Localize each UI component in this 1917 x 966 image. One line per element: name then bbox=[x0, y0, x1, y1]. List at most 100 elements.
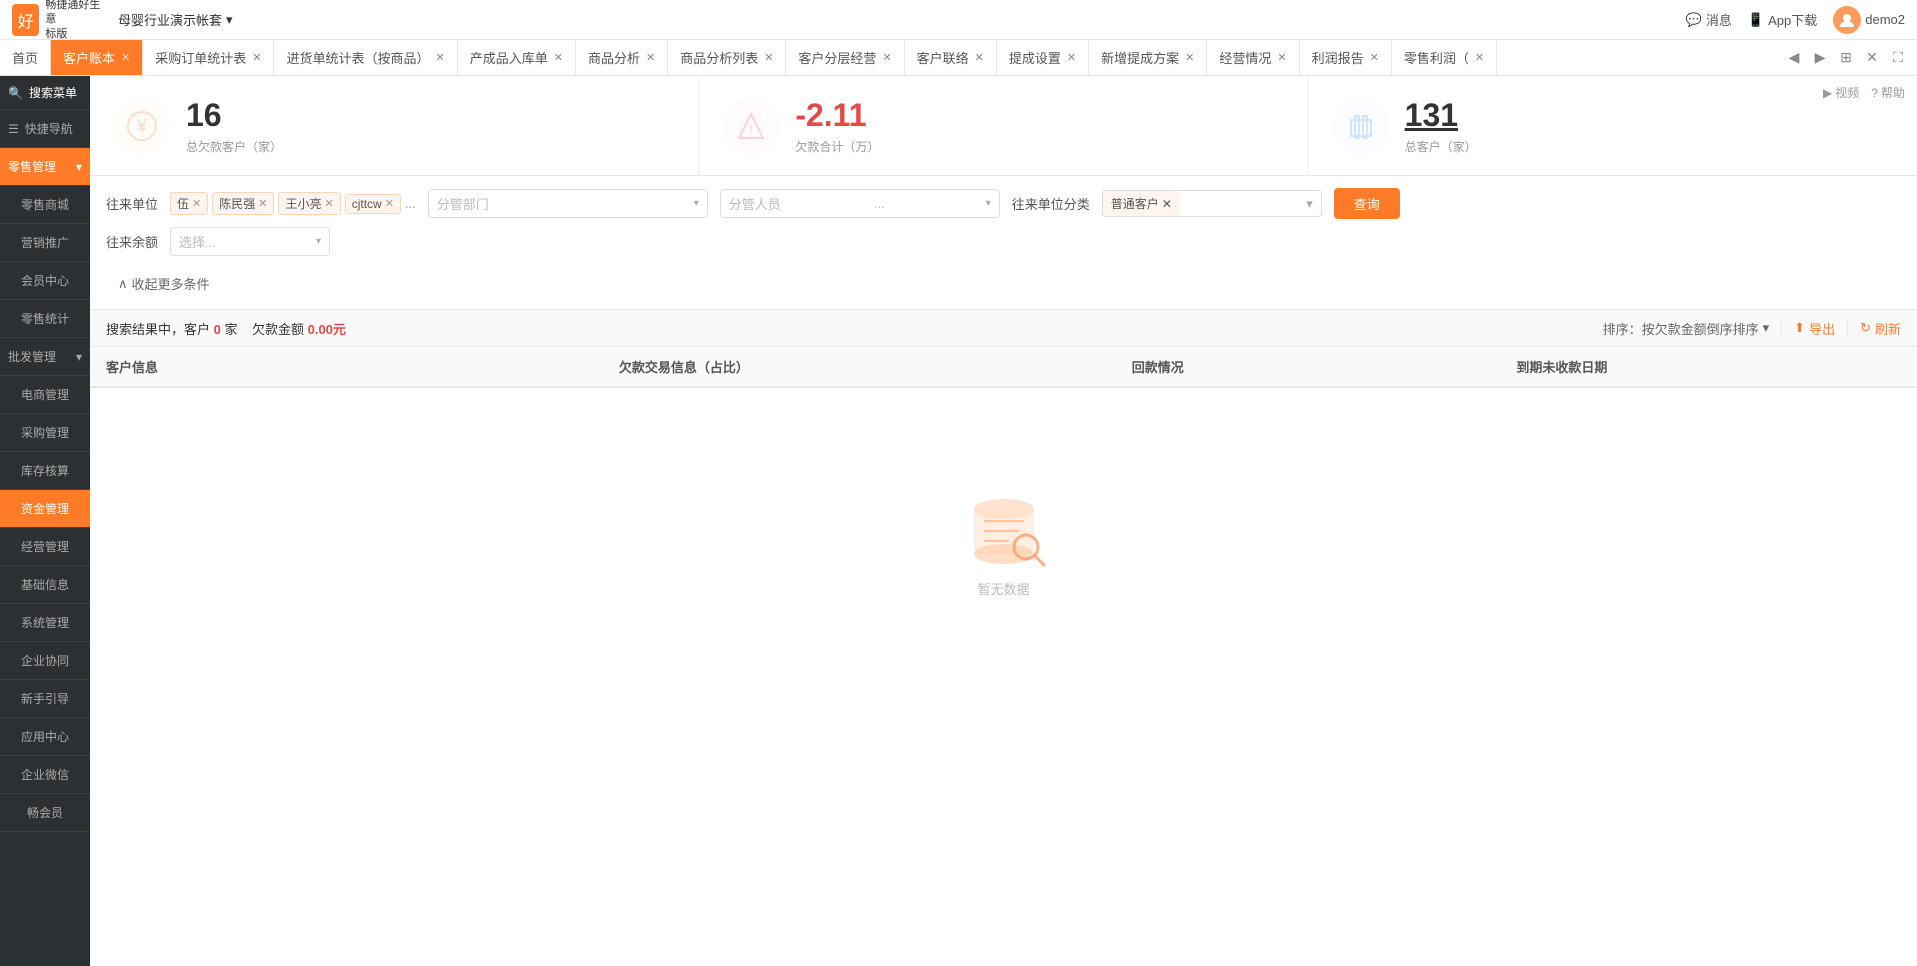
tab-more-button[interactable]: ⊞ bbox=[1835, 47, 1857, 69]
balance-selector[interactable]: 选择... ▾ bbox=[170, 227, 330, 256]
tab-customer-layer[interactable]: 客户分层经营 ✕ bbox=[786, 40, 904, 75]
empty-text: 暂无数据 bbox=[977, 579, 1029, 598]
sidebar-item-basic-info[interactable]: 基础信息 bbox=[0, 566, 90, 604]
category-filter-label: 往来单位分类 bbox=[1012, 194, 1090, 213]
sidebar-item-beginner-guide[interactable]: 新手引导 bbox=[0, 680, 90, 718]
sidebar-item-retail-mall[interactable]: 零售商城 bbox=[0, 186, 90, 224]
message-button[interactable]: 💬 消息 bbox=[1686, 10, 1732, 29]
tab-close-icon[interactable]: ✕ bbox=[1067, 51, 1076, 64]
sidebar-item-ecommerce[interactable]: 电商管理 bbox=[0, 376, 90, 414]
sidebar-item-marketing[interactable]: 营销推广 bbox=[0, 224, 90, 262]
tab-new-commission[interactable]: 新增提成方案 ✕ bbox=[1089, 40, 1207, 75]
sidebar-item-retail-stats[interactable]: 零售统计 bbox=[0, 300, 90, 338]
tab-close-icon[interactable]: ✕ bbox=[975, 51, 984, 64]
tab-commission-settings[interactable]: 提成设置 ✕ bbox=[997, 40, 1089, 75]
sidebar-item-operations-mgmt[interactable]: 经营管理 bbox=[0, 528, 90, 566]
content-area: ¥ 16 总欠款客户（家） ! -2.11 欠款合计（万） bbox=[90, 76, 1917, 966]
remove-tag-unit1[interactable]: ✕ bbox=[192, 197, 201, 210]
sidebar-item-chang-member[interactable]: 畅会员 bbox=[0, 794, 90, 832]
person-selector[interactable]: 分管人员 ... ▾ bbox=[720, 189, 1000, 218]
summary-row: ¥ 16 总欠款客户（家） ! -2.11 欠款合计（万） bbox=[90, 76, 1917, 176]
sidebar-quick-nav[interactable]: ☰ 快捷导航 bbox=[0, 110, 90, 148]
collapse-button[interactable]: ∧ 收起更多条件 bbox=[106, 270, 1901, 297]
tab-product-analysis[interactable]: 商品分析 ✕ bbox=[576, 40, 668, 75]
tab-product-analysis-list[interactable]: 商品分析列表 ✕ bbox=[668, 40, 786, 75]
chevron-icon: ▾ bbox=[76, 350, 82, 364]
help-icon: ? bbox=[1871, 86, 1878, 100]
tab-close-icon[interactable]: ✕ bbox=[764, 51, 773, 64]
nav-tabs-controls: ◀ ▶ ⊞ ✕ ⛶ bbox=[1775, 40, 1917, 75]
help-link[interactable]: ? 帮助 bbox=[1871, 84, 1905, 101]
filter-tag-unit2: 陈民强 ✕ bbox=[212, 192, 274, 215]
export-button[interactable]: ⬆ 导出 bbox=[1794, 319, 1835, 338]
tab-purchase-stats-product[interactable]: 进货单统计表（按商品） ✕ bbox=[274, 40, 457, 75]
header-left: 好 畅捷通好生意 标版 母婴行业演示帐套 ▾ bbox=[12, 0, 241, 41]
tab-close-icon[interactable]: ✕ bbox=[252, 51, 261, 64]
tab-close-all-button[interactable]: ✕ bbox=[1861, 47, 1883, 69]
chevron-down-icon: ▾ bbox=[316, 236, 321, 247]
tab-prev-button[interactable]: ◀ bbox=[1783, 47, 1805, 69]
tab-next-button[interactable]: ▶ bbox=[1809, 47, 1831, 69]
sidebar-item-finance-mgmt[interactable]: 资金管理 bbox=[0, 490, 90, 528]
unit-filter-tags: 伍 ✕ 陈民强 ✕ 王小亮 ✕ cjttcw ✕ ... bbox=[170, 192, 416, 215]
tab-purchase-order-stats[interactable]: 采购订单统计表 ✕ bbox=[143, 40, 274, 75]
sidebar-search-button[interactable]: 🔍 搜索菜单 bbox=[0, 76, 90, 110]
store-selector[interactable]: 母婴行业演示帐套 ▾ bbox=[110, 6, 241, 33]
sidebar-item-enterprise-collab[interactable]: 企业协同 bbox=[0, 642, 90, 680]
category-selector[interactable]: 普通客户 ✕ ▾ bbox=[1102, 190, 1322, 217]
tab-operations[interactable]: 经营情况 ✕ bbox=[1207, 40, 1299, 75]
query-button[interactable]: 查询 bbox=[1334, 188, 1400, 219]
tab-close-icon[interactable]: ✕ bbox=[1185, 51, 1194, 64]
dept-selector[interactable]: 分管部门 ▾ bbox=[428, 189, 708, 218]
overdue-amount-icon: ! bbox=[723, 98, 779, 154]
remove-category-tag[interactable]: ✕ bbox=[1162, 197, 1172, 211]
more-tags-button[interactable]: ... bbox=[405, 196, 416, 211]
tab-fullscreen-button[interactable]: ⛶ bbox=[1887, 47, 1909, 69]
overdue-customers-icon: ¥ bbox=[114, 98, 170, 154]
category-tag-normal: 普通客户 ✕ bbox=[1103, 191, 1180, 216]
sort-selector[interactable]: 排序：按欠款金额倒序排序 ▾ bbox=[1603, 319, 1770, 338]
sidebar-item-wholesale-mgmt[interactable]: 批发管理 ▾ bbox=[0, 338, 90, 376]
chevron-down-icon: ▾ bbox=[1298, 192, 1321, 216]
tab-customer-ledger[interactable]: 客户账本 ✕ bbox=[51, 40, 143, 75]
empty-illustration bbox=[954, 479, 1054, 579]
tab-profit-report[interactable]: 利润报告 ✕ bbox=[1300, 40, 1392, 75]
app-download-button[interactable]: 📱 App下载 bbox=[1748, 10, 1817, 29]
remove-tag-unit3[interactable]: ✕ bbox=[325, 197, 334, 210]
video-link[interactable]: ▶ 视频 bbox=[1823, 84, 1859, 101]
tab-close-icon[interactable]: ✕ bbox=[554, 51, 563, 64]
tab-close-icon[interactable]: ✕ bbox=[1370, 51, 1379, 64]
tab-home[interactable]: 首页 bbox=[0, 40, 51, 75]
sidebar-item-member-center[interactable]: 会员中心 bbox=[0, 262, 90, 300]
logo-text: 畅捷通好生意 标版 bbox=[45, 0, 102, 41]
tab-retail-profit[interactable]: 零售利润（ ✕ bbox=[1392, 40, 1497, 75]
video-icon: ▶ bbox=[1823, 86, 1832, 100]
results-bar: 搜索结果中，客户 0 家 欠款金额 0.00元 排序：按欠款金额倒序排序 ▾ ⬆… bbox=[90, 310, 1917, 347]
remove-tag-unit4[interactable]: ✕ bbox=[385, 197, 394, 210]
filter-tag-unit1: 伍 ✕ bbox=[170, 192, 208, 215]
sidebar-item-app-center[interactable]: 应用中心 bbox=[0, 718, 90, 756]
user-menu[interactable]: demo2 bbox=[1833, 6, 1905, 34]
tab-close-icon[interactable]: ✕ bbox=[436, 51, 445, 64]
tab-customer-contact[interactable]: 客户联络 ✕ bbox=[905, 40, 997, 75]
collapse-row: ∧ 收起更多条件 bbox=[106, 264, 1901, 297]
tab-close-icon[interactable]: ✕ bbox=[1475, 51, 1484, 64]
tab-close-icon[interactable]: ✕ bbox=[646, 51, 655, 64]
refresh-icon: ↻ bbox=[1860, 320, 1871, 336]
tab-close-icon[interactable]: ✕ bbox=[1277, 51, 1286, 64]
balance-filter-label: 往来余额 bbox=[106, 232, 158, 251]
remove-tag-unit2[interactable]: ✕ bbox=[258, 197, 267, 210]
col-payment-status: 回款情况 bbox=[1132, 357, 1517, 376]
total-customers-value[interactable]: 131 bbox=[1405, 96, 1893, 134]
sidebar-item-inventory[interactable]: 库存核算 bbox=[0, 452, 90, 490]
tab-close-icon[interactable]: ✕ bbox=[121, 51, 130, 64]
sidebar-item-purchase-mgmt[interactable]: 采购管理 bbox=[0, 414, 90, 452]
results-info: 搜索结果中，客户 0 家 欠款金额 0.00元 bbox=[106, 319, 346, 338]
sidebar-item-enterprise-wechat[interactable]: 企业微信 bbox=[0, 756, 90, 794]
tab-close-icon[interactable]: ✕ bbox=[882, 51, 891, 64]
total-customers-label: 总客户（家） bbox=[1405, 138, 1893, 155]
refresh-button[interactable]: ↻ 刷新 bbox=[1860, 319, 1901, 338]
tab-product-instock[interactable]: 产成品入库单 ✕ bbox=[458, 40, 576, 75]
sidebar-item-retail-mgmt[interactable]: 零售管理 ▾ bbox=[0, 148, 90, 186]
sidebar-item-system-mgmt[interactable]: 系统管理 bbox=[0, 604, 90, 642]
